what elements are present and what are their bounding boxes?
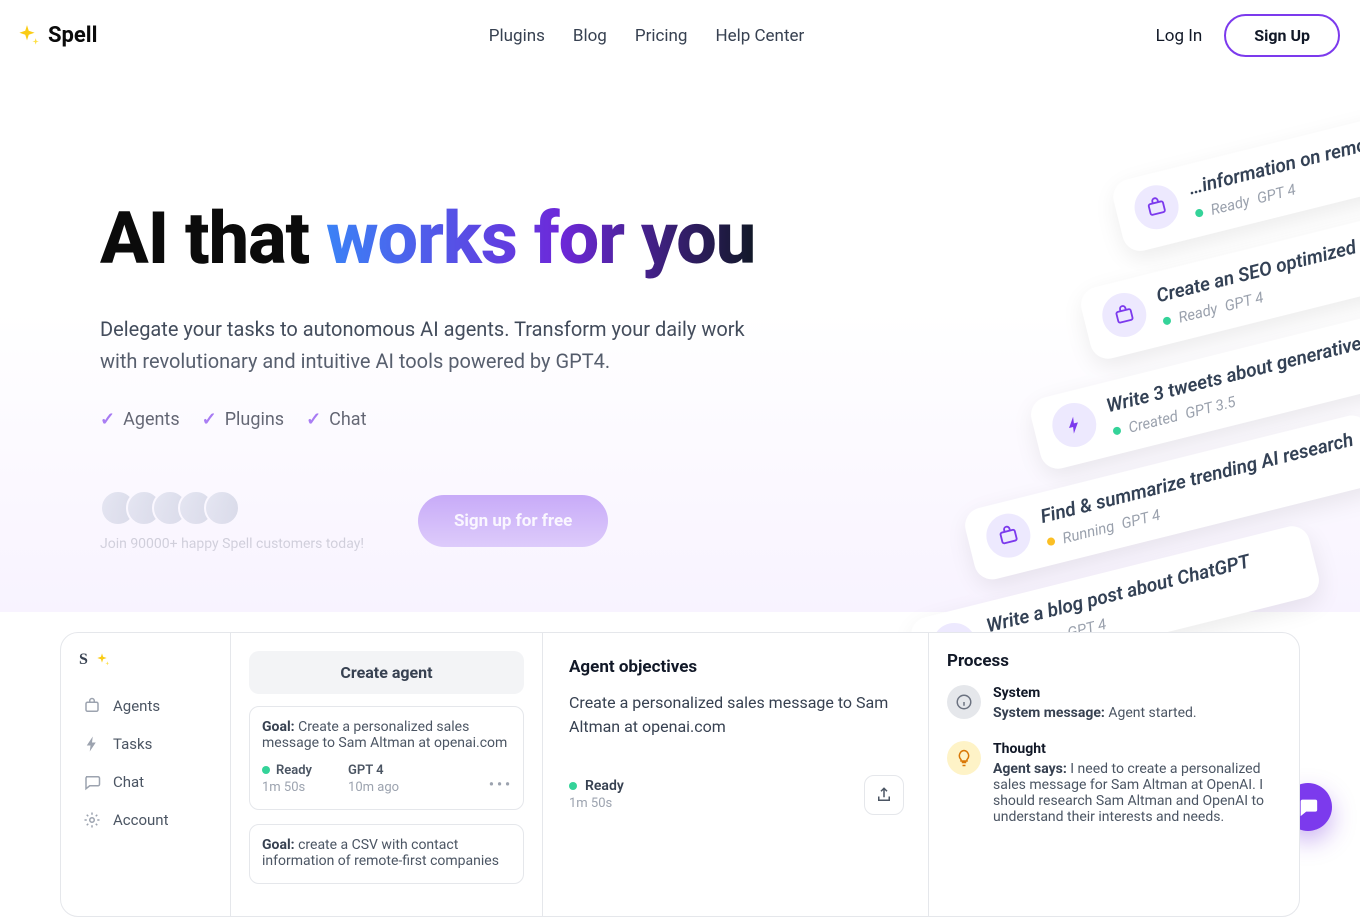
sidebar-tasks[interactable]: Tasks xyxy=(79,725,212,763)
feature-checks: ✓Agents ✓Plugins ✓Chat xyxy=(100,409,1360,430)
spark-icon xyxy=(94,652,110,668)
logo-text: Spell xyxy=(48,23,97,48)
process-item-system: System System message: Agent started. xyxy=(947,685,1281,721)
preview-list: Create agent Goal: Create a personalized… xyxy=(231,633,543,916)
social-proof: Join 90000+ happy Spell customers today!… xyxy=(100,490,1360,552)
avatar-stack xyxy=(100,490,364,526)
nav-pricing[interactable]: Pricing xyxy=(635,26,688,46)
check-icon: ✓ xyxy=(306,409,321,430)
hero-subtitle: Delegate your tasks to autonomous AI age… xyxy=(100,313,760,377)
proof-text: Join 90000+ happy Spell customers today! xyxy=(100,536,364,552)
nav-plugins[interactable]: Plugins xyxy=(489,26,545,46)
objectives-text: Create a personalized sales message to S… xyxy=(569,691,904,739)
briefcase-icon xyxy=(83,697,101,715)
avatar xyxy=(204,490,240,526)
chat-icon xyxy=(83,773,101,791)
main-nav: Plugins Blog Pricing Help Center xyxy=(489,26,804,46)
preview-sidebar: S Agents Tasks Chat Account xyxy=(61,633,231,916)
nav-blog[interactable]: Blog xyxy=(573,26,607,46)
site-header: Spell Plugins Blog Pricing Help Center L… xyxy=(0,0,1360,71)
check-icon: ✓ xyxy=(100,409,115,430)
share-button[interactable] xyxy=(864,775,904,815)
agent-card[interactable]: Goal: create a CSV with contact informat… xyxy=(249,824,524,884)
hero-title: AI that works for you xyxy=(100,201,1360,277)
hero: …information on remote-first companies R… xyxy=(0,71,1360,612)
sidebar-chat[interactable]: Chat xyxy=(79,763,212,801)
float-card: Write 3 tweets about generative AI Creat… xyxy=(1027,302,1360,472)
preview-objectives: Agent objectives Create a personalized s… xyxy=(543,633,929,916)
login-link[interactable]: Log In xyxy=(1156,26,1203,46)
gear-icon xyxy=(83,811,101,829)
nav-help[interactable]: Help Center xyxy=(715,26,804,46)
float-title: …information on remote-first companies xyxy=(1186,96,1360,199)
process-title: Process xyxy=(947,651,1281,671)
auth-actions: Log In Sign Up xyxy=(1156,14,1340,57)
check-plugins: ✓Plugins xyxy=(202,409,284,430)
create-agent-button[interactable]: Create agent xyxy=(249,651,524,694)
cta-signup-free[interactable]: Sign up for free xyxy=(418,495,608,547)
objectives-title: Agent objectives xyxy=(569,657,904,677)
app-preview: S Agents Tasks Chat Account Create agent… xyxy=(60,632,1300,917)
spark-icon xyxy=(14,23,40,49)
bolt-icon xyxy=(83,735,101,753)
check-agents: ✓Agents xyxy=(100,409,180,430)
share-icon xyxy=(875,786,893,804)
check-chat: ✓Chat xyxy=(306,409,366,430)
check-icon: ✓ xyxy=(202,409,217,430)
chat-icon xyxy=(1297,796,1319,818)
preview-logo: S xyxy=(79,651,212,669)
info-icon xyxy=(947,685,981,719)
card-menu-icon[interactable]: ••• xyxy=(489,777,513,793)
signup-button[interactable]: Sign Up xyxy=(1224,14,1340,57)
agent-card[interactable]: Goal: Create a personalized sales messag… xyxy=(249,706,524,810)
preview-process: Process System System message: Agent sta… xyxy=(929,633,1299,916)
sidebar-account[interactable]: Account xyxy=(79,801,212,839)
sidebar-agents[interactable]: Agents xyxy=(79,687,212,725)
process-item-thought: Thought Agent says: I need to create a p… xyxy=(947,741,1281,825)
logo[interactable]: Spell xyxy=(14,23,97,49)
bulb-icon xyxy=(947,741,981,775)
briefcase-icon xyxy=(1098,288,1151,341)
